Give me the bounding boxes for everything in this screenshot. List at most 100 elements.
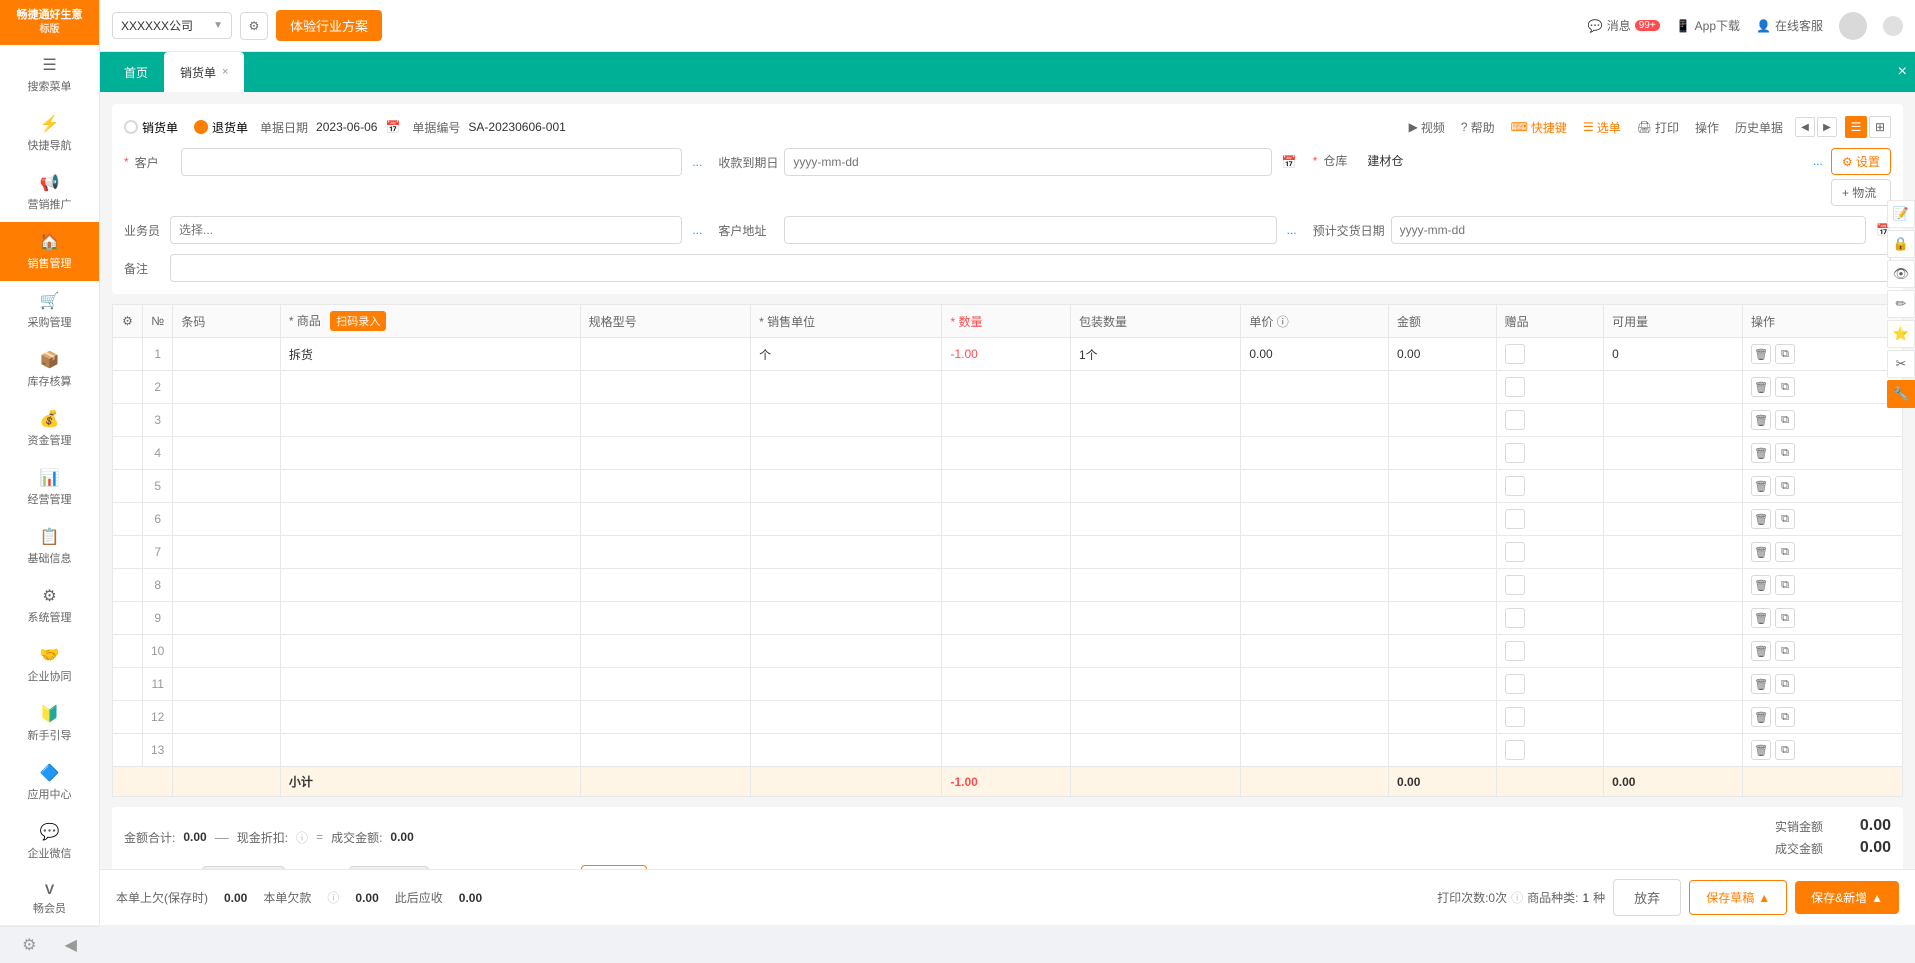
notes-input[interactable] [170,254,1891,282]
row-gift[interactable] [1496,536,1604,569]
row-unit-price[interactable] [1241,569,1389,602]
row-copy-btn[interactable]: ⧉ [1775,575,1795,595]
row-spec[interactable] [580,437,750,470]
sidebar-item-inventory[interactable]: 📦 库存核算 [0,340,99,399]
row-unit-price[interactable] [1241,701,1389,734]
row-unit-price[interactable] [1241,470,1389,503]
row-gift[interactable] [1496,602,1604,635]
sidebar-item-shortcut[interactable]: ⚡ 快捷导航 [0,104,99,163]
row-unit[interactable] [751,602,942,635]
sidebar-item-purchase[interactable]: 🛒 采购管理 [0,281,99,340]
actions-btn[interactable]: 操作 [1691,117,1723,138]
row-product[interactable] [280,668,580,701]
row-delete-btn[interactable]: 🗑 [1751,641,1771,661]
row-copy-btn[interactable]: ⧉ [1775,344,1795,364]
row-copy-btn[interactable]: ⧉ [1775,509,1795,529]
row-spec[interactable] [580,569,750,602]
calendar-icon-receive[interactable]: 📅 [1282,155,1297,169]
row-pack-qty[interactable] [1070,437,1240,470]
sidebar-item-sales[interactable]: 🏠 销售管理 [0,222,99,281]
right-tool-orange[interactable]: 🔧 [1887,380,1915,408]
row-barcode[interactable] [173,668,281,701]
row-amount[interactable] [1389,404,1497,437]
customer-input[interactable] [181,148,683,176]
row-amount[interactable] [1389,437,1497,470]
warehouse-ellipsis[interactable]: ... [1813,154,1823,168]
row-barcode[interactable] [173,503,281,536]
row-delete-btn[interactable]: 🗑 [1751,443,1771,463]
col-settings[interactable]: ⚙ [113,305,143,338]
radio-sales-order[interactable]: 销货单 [124,119,178,136]
row-amount[interactable] [1389,635,1497,668]
row-gift[interactable] [1496,701,1604,734]
row-quantity[interactable] [942,701,1070,734]
row-quantity[interactable] [942,734,1070,767]
calendar-icon-date[interactable]: 📅 [385,120,400,134]
row-unit[interactable] [751,536,942,569]
row-barcode[interactable] [173,404,281,437]
row-gift[interactable] [1496,437,1604,470]
row-copy-btn[interactable]: ⧉ [1775,377,1795,397]
online-service-button[interactable]: 👤 在线客服 [1756,17,1823,34]
row-pack-qty[interactable] [1070,536,1240,569]
row-quantity[interactable] [942,404,1070,437]
expected-date-input[interactable] [1391,216,1866,244]
row-barcode[interactable] [173,569,281,602]
row-spec[interactable] [580,635,750,668]
row-gift[interactable] [1496,470,1604,503]
row-spec[interactable] [580,602,750,635]
row-amount[interactable] [1389,371,1497,404]
list-view-btn[interactable]: ☰ [1845,116,1867,138]
print-btn[interactable]: 🖨 打印 [1633,117,1683,138]
right-tool-edit[interactable]: 📝 [1887,200,1915,228]
sidebar-collapse-icon[interactable]: ◀ [65,935,77,955]
receive-date-input[interactable] [784,148,1271,176]
row-unit[interactable] [751,470,942,503]
total-debt-icon[interactable]: ⓘ [327,889,339,906]
row-gift[interactable] [1496,338,1604,371]
row-copy-btn[interactable]: ⧉ [1775,674,1795,694]
row-unit[interactable] [751,668,942,701]
row-product[interactable] [280,701,580,734]
sidebar-item-appstore[interactable]: 🔷 应用中心 [0,753,99,812]
salesperson-ellipsis[interactable]: ... [692,223,702,237]
row-spec[interactable] [580,338,750,371]
right-tool-view[interactable]: 👁 [1887,260,1915,288]
row-copy-btn[interactable]: ⧉ [1775,740,1795,760]
row-barcode[interactable] [173,437,281,470]
sidebar-item-enterprise[interactable]: 🤝 企业协同 [0,635,99,694]
row-gift[interactable] [1496,668,1604,701]
right-tool-lock[interactable]: 🔒 [1887,230,1915,258]
row-spec[interactable] [580,503,750,536]
sidebar-settings-icon[interactable]: ⚙ [22,935,36,955]
sidebar-item-marketing[interactable]: 📢 营销推广 [0,163,99,222]
product-type-icon[interactable]: ⓘ [1511,889,1523,906]
row-gift[interactable] [1496,503,1604,536]
row-pack-qty[interactable] [1070,569,1240,602]
row-spec[interactable] [580,734,750,767]
row-copy-btn[interactable]: ⧉ [1775,641,1795,661]
row-quantity[interactable] [942,668,1070,701]
row-pack-qty[interactable] [1070,734,1240,767]
sidebar-item-member[interactable]: V 畅会员 [0,871,99,926]
row-spec[interactable] [580,701,750,734]
row-pack-qty[interactable] [1070,701,1240,734]
row-amount[interactable] [1389,569,1497,602]
row-barcode[interactable] [173,371,281,404]
row-product[interactable] [280,635,580,668]
prev-arrow[interactable]: ◀ [1795,117,1815,137]
row-spec[interactable] [580,371,750,404]
row-product[interactable] [280,371,580,404]
row-amount[interactable] [1389,734,1497,767]
row-pack-qty[interactable] [1070,371,1240,404]
row-unit-price[interactable] [1241,635,1389,668]
row-delete-btn[interactable]: 🗑 [1751,476,1771,496]
row-quantity[interactable] [942,536,1070,569]
row-copy-btn[interactable]: ⧉ [1775,476,1795,496]
row-unit[interactable] [751,569,942,602]
row-delete-btn[interactable]: 🗑 [1751,740,1771,760]
row-product[interactable] [280,437,580,470]
row-quantity[interactable] [942,602,1070,635]
settings-gear-button[interactable]: ⚙ [240,12,268,40]
row-amount[interactable] [1389,602,1497,635]
